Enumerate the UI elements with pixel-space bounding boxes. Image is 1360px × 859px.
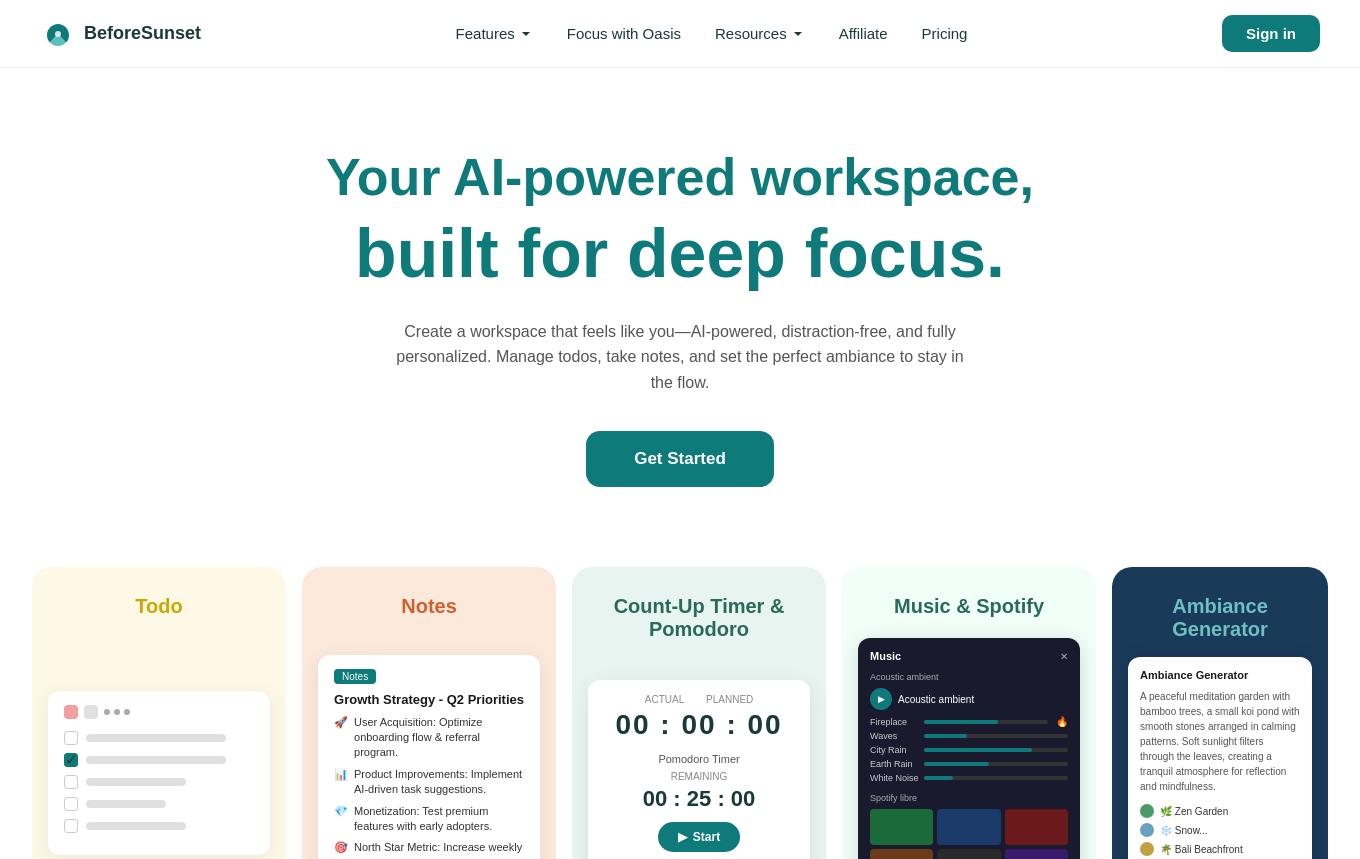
ambiance-mock: Ambiance Generator A peaceful meditation… bbox=[1128, 657, 1312, 859]
todo-bar-4 bbox=[86, 800, 166, 808]
todo-row-2: ✓ bbox=[64, 753, 254, 767]
timer-countup-display: 00 : 00 : 00 bbox=[604, 709, 794, 741]
music-card-title: Music & Spotify bbox=[842, 567, 1096, 634]
hero-line1: Your AI-powered workspace, bbox=[40, 148, 1320, 208]
ambiance-card-body: Ambiance Generator A peaceful meditation… bbox=[1112, 657, 1328, 859]
ambiance-section-title: Ambiance Generator bbox=[1140, 669, 1300, 681]
todo-checkbox-2[interactable]: ✓ bbox=[64, 753, 78, 767]
spotify-label: Spotify libre bbox=[870, 793, 1068, 803]
todo-bar-3 bbox=[86, 778, 186, 786]
notes-mock: Notes Growth Strategy - Q2 Priorities 🚀 … bbox=[318, 655, 540, 859]
music-play-button[interactable]: ▶ bbox=[870, 688, 892, 710]
todo-checkbox-5[interactable] bbox=[64, 819, 78, 833]
nav-links: Features Focus with Oasis Resources Affi… bbox=[440, 17, 984, 50]
ambiance-description: A peaceful meditation garden with bamboo… bbox=[1140, 689, 1300, 794]
get-started-button[interactable]: Get Started bbox=[586, 431, 774, 487]
music-card-body: Music ✕ Acoustic ambient ▶ Acoustic ambi… bbox=[842, 634, 1096, 859]
hero-subtitle: Create a workspace that feels like you—A… bbox=[390, 319, 970, 396]
todo-mock-header bbox=[64, 705, 254, 719]
todo-card: Todo ✓ bbox=[32, 567, 286, 859]
feature-cards-row: Todo ✓ bbox=[0, 567, 1360, 859]
spotify-album-4[interactable] bbox=[870, 849, 933, 859]
ambiance-dot-snow bbox=[1140, 823, 1154, 837]
todo-row-5 bbox=[64, 819, 254, 833]
notes-item-1: 🚀 User Acquisition: Optimize onboarding … bbox=[334, 715, 524, 761]
ambiance-card-title: Ambiance Generator bbox=[1112, 567, 1328, 657]
music-mock-header: Music ✕ bbox=[870, 650, 1068, 662]
music-mock: Music ✕ Acoustic ambient ▶ Acoustic ambi… bbox=[858, 638, 1080, 859]
timer-remaining-label: REMAINING bbox=[604, 771, 794, 782]
spotify-album-1[interactable] bbox=[870, 809, 933, 845]
todo-color-dot bbox=[64, 705, 78, 719]
music-slider-city-rain: City Rain bbox=[870, 745, 1068, 755]
nav-pricing[interactable]: Pricing bbox=[906, 17, 984, 50]
music-slider-earth-rain: Earth Rain bbox=[870, 759, 1068, 769]
ambiance-scene-snow[interactable]: ❄️ Snow... bbox=[1140, 823, 1300, 837]
music-sounds-section: Acoustic ambient ▶ Acoustic ambient Fire… bbox=[870, 672, 1068, 783]
todo-color-dot2 bbox=[84, 705, 98, 719]
todo-mock: ✓ bbox=[48, 691, 270, 855]
timer-card-body: ACTUAL PLANNED 00 : 00 : 00 Pomodoro Tim… bbox=[572, 657, 826, 859]
music-close-icon[interactable]: ✕ bbox=[1060, 651, 1068, 662]
music-slider-white-noise: White Noise bbox=[870, 773, 1068, 783]
spotify-album-5[interactable] bbox=[937, 849, 1000, 859]
notes-item-2: 📊 Product Improvements: Implement AI-dri… bbox=[334, 767, 524, 798]
ambiance-card: Ambiance Generator Ambiance Generator A … bbox=[1112, 567, 1328, 859]
notes-card: Notes Notes Growth Strategy - Q2 Priorit… bbox=[302, 567, 556, 859]
music-slider-fireplace: Fireplace 🔥 bbox=[870, 716, 1068, 727]
hero-line2: built for deep focus. bbox=[40, 216, 1320, 291]
spotify-album-3[interactable] bbox=[1005, 809, 1068, 845]
hero-section: Your AI-powered workspace, built for dee… bbox=[0, 68, 1360, 547]
sign-in-button[interactable]: Sign in bbox=[1222, 15, 1320, 52]
logo-text: BeforeSunset bbox=[84, 23, 201, 44]
todo-menu-dots bbox=[104, 709, 130, 715]
notes-tag: Notes bbox=[334, 669, 376, 684]
todo-row-1 bbox=[64, 731, 254, 745]
logo[interactable]: BeforeSunset bbox=[40, 20, 201, 48]
spotify-grid bbox=[870, 809, 1068, 859]
todo-checkbox-4[interactable] bbox=[64, 797, 78, 811]
nav-resources[interactable]: Resources bbox=[699, 17, 821, 50]
timer-pomodoro-label: Pomodoro Timer bbox=[604, 753, 794, 765]
svg-point-0 bbox=[55, 31, 61, 37]
nav-affiliate[interactable]: Affiliate bbox=[823, 17, 904, 50]
spotify-section: Spotify libre bbox=[870, 793, 1068, 859]
todo-bar-1 bbox=[86, 734, 226, 742]
timer-actual-label: ACTUAL PLANNED bbox=[604, 694, 794, 705]
todo-checkbox-1[interactable] bbox=[64, 731, 78, 745]
music-card: Music & Spotify Music ✕ Acoustic ambient… bbox=[842, 567, 1096, 859]
notes-item-3: 💎 Monetization: Test premium features wi… bbox=[334, 804, 524, 835]
notes-card-body: Notes Growth Strategy - Q2 Priorities 🚀 … bbox=[302, 634, 556, 859]
spotify-album-2[interactable] bbox=[937, 809, 1000, 845]
timer-start-button[interactable]: ▶ Start bbox=[658, 822, 740, 852]
ambiance-scene-zen[interactable]: 🌿 Zen Garden bbox=[1140, 804, 1300, 818]
music-controls: ▶ Acoustic ambient bbox=[870, 688, 1068, 710]
todo-bar-5 bbox=[86, 822, 186, 830]
timer-card-title: Count-Up Timer & Pomodoro bbox=[572, 567, 826, 657]
notes-heading: Growth Strategy - Q2 Priorities bbox=[334, 692, 524, 707]
todo-bar-2 bbox=[86, 756, 226, 764]
ambiance-scene-bali[interactable]: 🌴 Bali Beachfront bbox=[1140, 842, 1300, 856]
timer-card: Count-Up Timer & Pomodoro ACTUAL PLANNED… bbox=[572, 567, 826, 859]
nav-focus-oasis[interactable]: Focus with Oasis bbox=[551, 17, 697, 50]
todo-row-4 bbox=[64, 797, 254, 811]
nav-features[interactable]: Features bbox=[440, 17, 549, 50]
todo-card-title: Todo bbox=[32, 567, 286, 634]
timer-mock: ACTUAL PLANNED 00 : 00 : 00 Pomodoro Tim… bbox=[588, 680, 810, 859]
spotify-album-6[interactable] bbox=[1005, 849, 1068, 859]
ambiance-dot-bali bbox=[1140, 842, 1154, 856]
todo-checkbox-3[interactable] bbox=[64, 775, 78, 789]
ambiance-dot-zen bbox=[1140, 804, 1154, 818]
navigation: BeforeSunset Features Focus with Oasis R… bbox=[0, 0, 1360, 68]
todo-row-3 bbox=[64, 775, 254, 789]
timer-pomodoro-display: 00 : 25 : 00 bbox=[604, 786, 794, 812]
notes-item-4: 🎯 North Star Metric: Increase weekly act… bbox=[334, 840, 524, 859]
music-track-name: Acoustic ambient bbox=[898, 694, 974, 705]
music-panel-title: Music bbox=[870, 650, 901, 662]
music-section-label: Acoustic ambient bbox=[870, 672, 1068, 682]
todo-card-body: ✓ bbox=[32, 634, 286, 859]
music-slider-waves: Waves bbox=[870, 731, 1068, 741]
notes-card-title: Notes bbox=[302, 567, 556, 634]
